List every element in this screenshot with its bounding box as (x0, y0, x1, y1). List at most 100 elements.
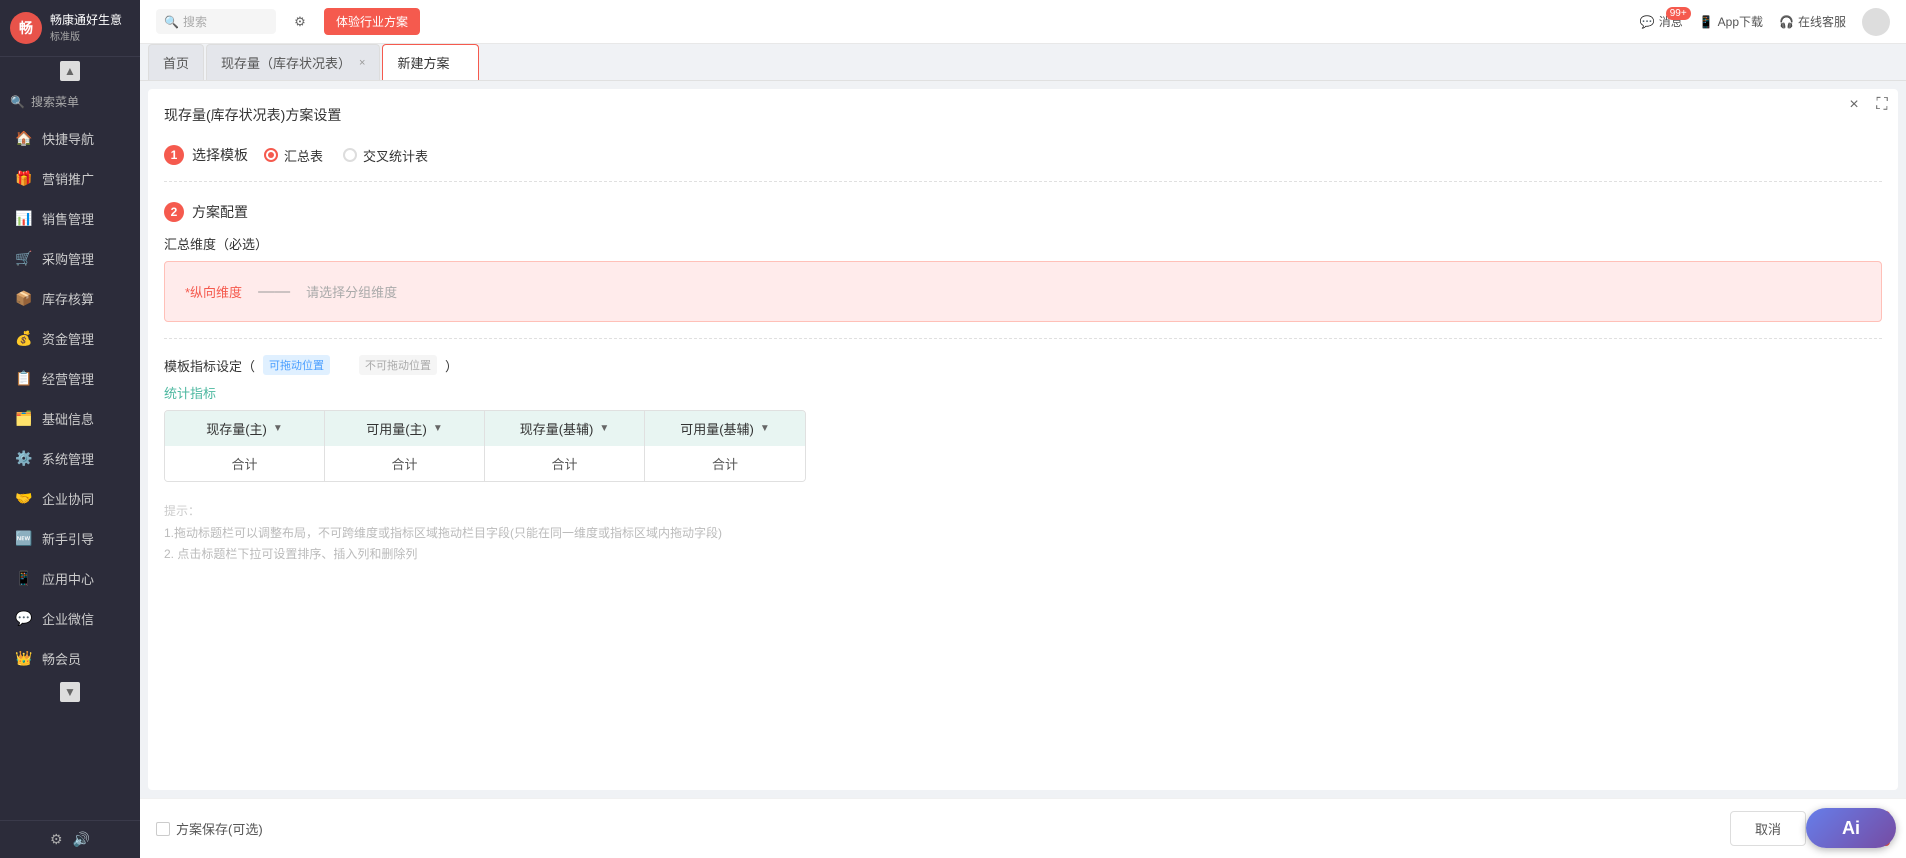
col-base-qty-arrow: ▼ (599, 423, 609, 434)
sales-icon: 📊 (14, 208, 34, 228)
tab-new-scheme[interactable]: 新建方案 × (382, 44, 478, 80)
col-available-base[interactable]: 可用量(基辅) ▼ (645, 411, 805, 446)
draggable-badge: 可拖动位置 (263, 355, 330, 375)
template-options: 汇总表 交叉统计表 (264, 146, 428, 165)
cell-available-base: 合计 (645, 446, 805, 481)
save-label: 方案保存(可选) (176, 819, 263, 838)
sidebar-item-quick-nav[interactable]: 🏠 快捷导航 (0, 118, 140, 158)
section2-divider (164, 338, 1882, 339)
sidebar-item-base-info[interactable]: 🗂️ 基础信息 (0, 398, 140, 438)
summary-dim-label: 汇总维度（必选） (164, 234, 1882, 253)
sidebar-item-label: 畅会员 (42, 649, 81, 668)
col-main-qty[interactable]: 现存量(主) ▼ (165, 411, 325, 446)
message-badge: 99+ (1666, 7, 1691, 20)
sidebar-item-label: 采购管理 (42, 249, 94, 268)
online-service-button[interactable]: 🎧 在线客服 (1779, 13, 1846, 30)
col-available-main-label: 可用量(主) (366, 419, 427, 438)
marketing-icon: 🎁 (14, 168, 34, 188)
sidebar-item-cooperation[interactable]: 🤝 企业协同 (0, 478, 140, 518)
sidebar-item-label: 库存核算 (42, 289, 94, 308)
sidebar-settings-button[interactable]: ⚙ (50, 831, 63, 848)
metrics-table-body: 合计 合计 合计 合计 (165, 446, 805, 481)
topbar-search-box[interactable]: 🔍 搜索 (156, 9, 276, 34)
scroll-down-arrow[interactable]: ▼ (60, 682, 80, 702)
col-available-main-arrow: ▼ (433, 423, 443, 434)
cell-base-qty: 合计 (485, 446, 645, 481)
app-logo: 畅 (10, 12, 42, 44)
sidebar-item-wechat[interactable]: 💬 企业微信 (0, 598, 140, 638)
metrics-config-text: 模板指标设定（ (164, 356, 255, 375)
window-expand-button[interactable]: ⛶ (1870, 93, 1894, 117)
trial-button[interactable]: 体验行业方案 (324, 8, 420, 35)
radio-summary[interactable]: 汇总表 (264, 146, 323, 165)
tip-item-2: 2. 点击标题栏下拉可设置排序、插入列和删除列 (164, 544, 1882, 566)
sidebar-item-label: 企业协同 (42, 489, 94, 508)
sidebar-item-marketing[interactable]: 🎁 营销推广 (0, 158, 140, 198)
tab-new-scheme-close[interactable]: × (457, 57, 463, 69)
app-download-button[interactable]: 📱 App下载 (1699, 13, 1763, 30)
topbar-left: 🔍 搜索 ⚙ 体验行业方案 (156, 8, 420, 36)
user-avatar[interactable] (1862, 8, 1890, 36)
radio-cross-btn[interactable] (343, 148, 357, 162)
cell-available-main: 合计 (325, 446, 485, 481)
page-container: × ⛶ 现存量(库存状况表)方案设置 1 选择模板 汇总表 (148, 89, 1898, 790)
ai-fab-button[interactable]: Ai (1806, 808, 1896, 848)
page-title: 现存量(库存状况表)方案设置 (164, 105, 1882, 125)
metrics-bracket-close: ） (445, 356, 458, 375)
tab-inventory-status-close[interactable]: × (359, 57, 365, 69)
topbar-settings-icon: ⚙ (294, 14, 306, 30)
message-button[interactable]: 💬 消息 99+ (1640, 13, 1683, 30)
cell-main-qty: 合计 (165, 446, 325, 481)
app-subtitle: 标准版 (50, 28, 122, 43)
section1-divider (164, 181, 1882, 182)
sidebar-item-purchase[interactable]: 🛒 采购管理 (0, 238, 140, 278)
sidebar-item-inventory[interactable]: 📦 库存核算 (0, 278, 140, 318)
metrics-bracket-text (338, 356, 351, 375)
ai-fab-label: Ai (1842, 818, 1860, 839)
radio-cross[interactable]: 交叉统计表 (343, 146, 428, 165)
sidebar-item-label: 新手引导 (42, 529, 94, 548)
col-base-qty[interactable]: 现存量(基辅) ▼ (485, 411, 645, 446)
topbar-search-placeholder: 搜索 (183, 13, 207, 30)
tab-inventory-status[interactable]: 现存量（库存状况表） × (206, 44, 380, 80)
topbar-search-icon: 🔍 (164, 15, 179, 29)
topbar-settings-button[interactable]: ⚙ (286, 8, 314, 36)
sidebar-search[interactable]: 🔍 搜索菜单 (0, 85, 140, 118)
online-service-icon: 🎧 (1779, 15, 1794, 29)
radio-summary-btn[interactable] (264, 148, 278, 162)
scroll-up-arrow[interactable]: ▲ (60, 61, 80, 81)
sidebar-item-system[interactable]: ⚙️ 系统管理 (0, 438, 140, 478)
col-main-qty-arrow: ▼ (273, 423, 283, 434)
finance-icon: 💰 (14, 328, 34, 348)
cooperation-icon: 🤝 (14, 488, 34, 508)
app-download-icon: 📱 (1699, 15, 1714, 29)
section-template: 1 选择模板 汇总表 交叉统计表 (164, 145, 1882, 182)
app-download-label: App下载 (1718, 13, 1763, 30)
sidebar-item-sales[interactable]: 📊 销售管理 (0, 198, 140, 238)
col-available-main[interactable]: 可用量(主) ▼ (325, 411, 485, 446)
sidebar-item-finance[interactable]: 💰 资金管理 (0, 318, 140, 358)
cancel-button[interactable]: 取消 (1730, 811, 1806, 846)
non-draggable-badge: 不可拖动位置 (359, 355, 437, 375)
topbar-right: 💬 消息 99+ 📱 App下载 🎧 在线客服 (1640, 8, 1890, 36)
tab-home[interactable]: 首页 (148, 44, 204, 80)
save-checkbox[interactable]: 方案保存(可选) (156, 819, 263, 838)
search-icon: 🔍 (10, 95, 25, 109)
dimension-box[interactable]: *纵向维度 —— 请选择分组维度 (164, 261, 1882, 322)
sidebar-item-operations[interactable]: 📋 经营管理 (0, 358, 140, 398)
content-area: × ⛶ 现存量(库存状况表)方案设置 1 选择模板 汇总表 (140, 81, 1906, 798)
window-close-button[interactable]: × (1842, 93, 1866, 117)
save-checkbox-box[interactable] (156, 822, 170, 836)
tab-new-scheme-label: 新建方案 (397, 53, 449, 72)
sidebar-item-member[interactable]: 👑 畅会员 (0, 638, 140, 678)
wechat-icon: 💬 (14, 608, 34, 628)
section1-num: 1 (164, 145, 184, 165)
section1-header: 1 选择模板 汇总表 交叉统计表 (164, 145, 1882, 165)
sidebar-item-label: 营销推广 (42, 169, 94, 188)
sidebar-item-label: 应用中心 (42, 569, 94, 588)
sidebar-sound-button[interactable]: 🔊 (73, 831, 90, 848)
col-main-qty-label: 现存量(主) (206, 419, 267, 438)
sidebar-item-app-center[interactable]: 📱 应用中心 (0, 558, 140, 598)
metrics-config-label: 模板指标设定（ 可拖动位置 不可拖动位置 ） (164, 355, 1882, 375)
sidebar-item-guide[interactable]: 🆕 新手引导 (0, 518, 140, 558)
